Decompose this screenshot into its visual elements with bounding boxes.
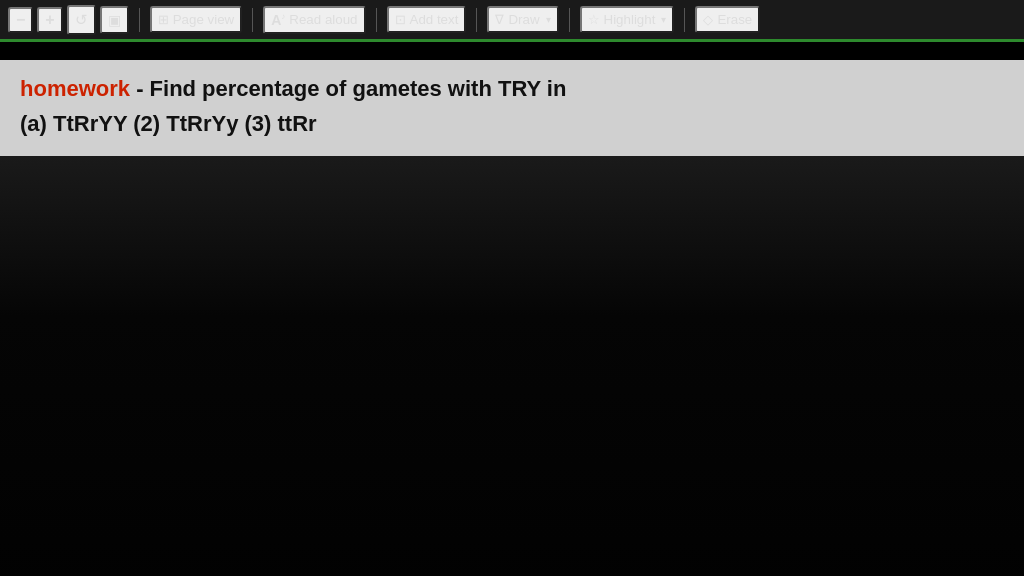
homework-word: homework [20, 76, 130, 101]
divider-3 [376, 8, 377, 32]
page-view-label: Page view [173, 12, 235, 27]
content-line1: homework - Find percentage of gametes wi… [20, 74, 1004, 105]
toolbar: − + ↺ ▣ ⊞ Page view A♪ Read aloud ⊡ Add … [0, 0, 1024, 42]
highlight-button[interactable]: ☆ Highlight ▾ [580, 6, 675, 33]
erase-button[interactable]: ◇ Erase [695, 6, 760, 33]
dark-area [0, 156, 1024, 576]
divider-6 [684, 8, 685, 32]
add-text-icon: ⊡ [395, 12, 406, 27]
content-line2: (a) TtRrYY (2) TtRrYy (3) ttRr [20, 109, 1004, 140]
highlight-chevron-icon: ▾ [661, 14, 666, 25]
divider-2 [252, 8, 253, 32]
draw-chevron-icon: ▾ [546, 14, 551, 25]
page-view-icon: ⊞ [158, 12, 169, 27]
undo-icon: ↺ [75, 11, 88, 29]
divider-5 [569, 8, 570, 32]
draw-button[interactable]: ∇ Draw ▾ [487, 6, 558, 33]
divider-1 [139, 8, 140, 32]
content-area: homework - Find percentage of gametes wi… [0, 42, 1024, 576]
add-text-button[interactable]: ⊡ Add text [387, 6, 467, 33]
zoom-out-button[interactable]: − [8, 7, 33, 33]
draw-icon: ∇ [495, 12, 504, 27]
main-text: - Find percentage of gametes with TRY in [130, 76, 566, 101]
highlight-icon: ☆ [588, 12, 600, 27]
draw-label: Draw [508, 12, 539, 27]
read-aloud-label: Read aloud [289, 12, 357, 27]
read-aloud-icon: A♪ [271, 12, 285, 28]
page-view-button[interactable]: ⊞ Page view [150, 6, 243, 33]
add-text-label: Add text [410, 12, 459, 27]
undo-button[interactable]: ↺ [67, 5, 96, 35]
highlight-label: Highlight [604, 12, 656, 27]
content-strip: homework - Find percentage of gametes wi… [0, 60, 1024, 156]
divider-4 [476, 8, 477, 32]
erase-label: Erase [717, 12, 752, 27]
read-aloud-button[interactable]: A♪ Read aloud [263, 6, 365, 34]
erase-icon: ◇ [703, 12, 713, 27]
fit-icon: ▣ [108, 12, 121, 28]
zoom-in-button[interactable]: + [37, 7, 62, 33]
fit-page-button[interactable]: ▣ [100, 6, 129, 34]
